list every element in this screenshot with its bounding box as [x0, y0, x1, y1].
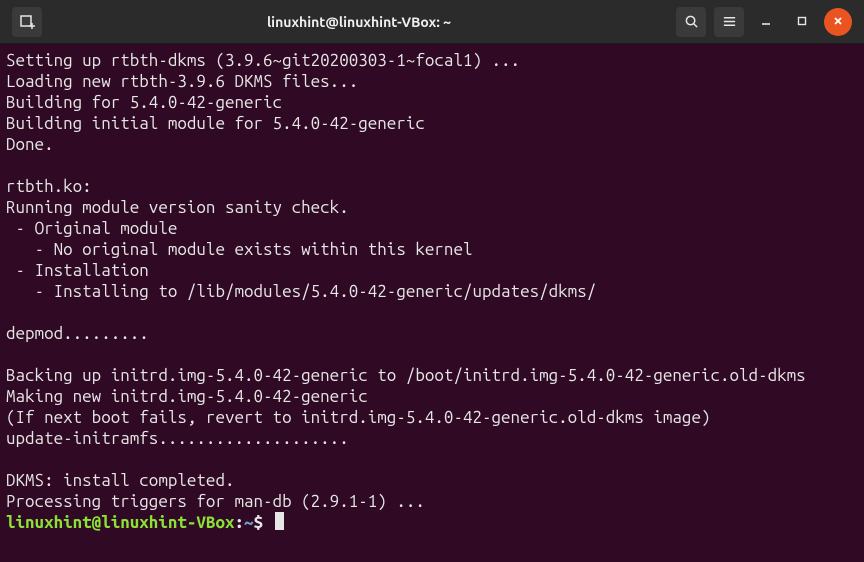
- titlebar-left: [12, 7, 42, 37]
- titlebar: linuxhint@linuxhint-VBox: ~: [0, 0, 864, 44]
- maximize-button[interactable]: [788, 8, 816, 36]
- maximize-icon: [796, 14, 808, 30]
- prompt-user-host: linuxhint@linuxhint-VBox: [6, 513, 234, 532]
- close-button[interactable]: [824, 8, 852, 36]
- window-title: linuxhint@linuxhint-VBox: ~: [50, 14, 668, 30]
- prompt-path: ~: [244, 513, 254, 532]
- new-tab-button[interactable]: [12, 7, 42, 37]
- minimize-button[interactable]: [752, 8, 780, 36]
- minimize-icon: [760, 14, 772, 30]
- new-tab-icon: [19, 14, 35, 30]
- close-icon: [832, 14, 844, 30]
- hamburger-icon: [722, 14, 737, 29]
- terminal-window: linuxhint@linuxhint-VBox: ~: [0, 0, 864, 562]
- search-button[interactable]: [676, 7, 706, 37]
- prompt-symbol: $: [254, 513, 264, 532]
- terminal-body[interactable]: Setting up rtbth-dkms (3.9.6~git20200303…: [0, 44, 864, 562]
- cursor: [275, 512, 284, 530]
- search-icon: [684, 14, 699, 29]
- prompt-separator: :: [234, 513, 244, 532]
- terminal-output: Setting up rtbth-dkms (3.9.6~git20200303…: [6, 50, 858, 512]
- menu-button[interactable]: [714, 7, 744, 37]
- titlebar-right: [676, 7, 852, 37]
